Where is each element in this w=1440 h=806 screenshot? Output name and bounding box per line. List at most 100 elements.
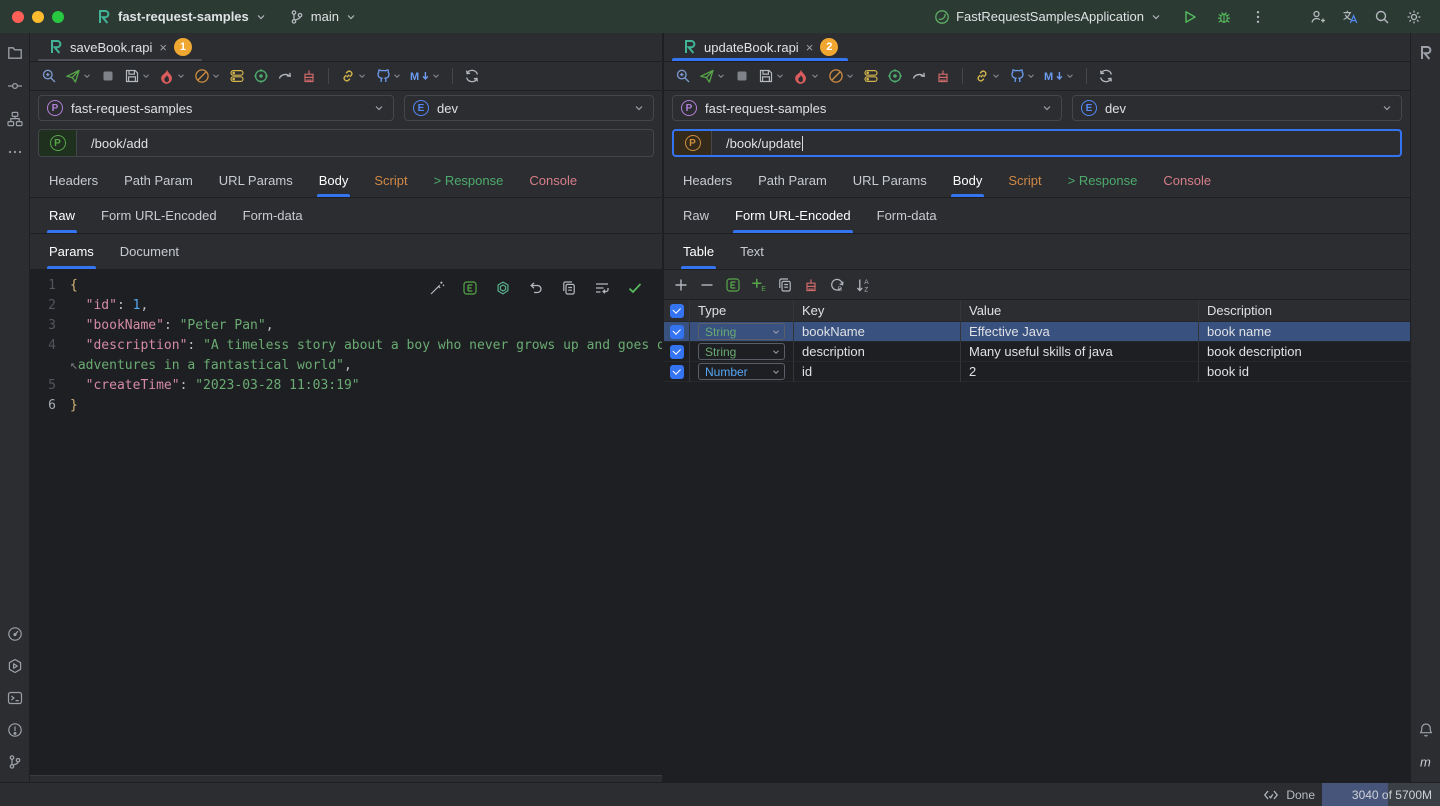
copy-button[interactable] xyxy=(774,275,796,295)
request-tab-body[interactable]: Body xyxy=(306,163,362,197)
run-button[interactable] xyxy=(1176,4,1204,30)
run-configuration-widget[interactable]: FastRequestSamplesApplication xyxy=(926,6,1170,28)
minimize-window-button[interactable] xyxy=(32,11,44,23)
request-tab-script[interactable]: Script xyxy=(361,163,420,197)
key-cell[interactable]: bookName xyxy=(794,322,961,342)
search-zoom-button[interactable] xyxy=(38,66,60,86)
e-badge-button[interactable] xyxy=(722,275,744,295)
translate-button[interactable] xyxy=(1336,4,1364,30)
redo-curve-button[interactable] xyxy=(274,66,296,86)
key-cell[interactable]: id xyxy=(794,362,961,382)
markdown-button[interactable]: M xyxy=(1041,66,1078,86)
soft-wrap-button[interactable] xyxy=(591,278,613,298)
view-tab-table[interactable]: Table xyxy=(670,234,727,269)
settings-button[interactable] xyxy=(1400,4,1428,30)
clean-brush-button[interactable] xyxy=(932,66,954,86)
type-dropdown[interactable]: String xyxy=(698,323,785,340)
send-button[interactable] xyxy=(696,66,729,86)
url-input[interactable]: P/book/update xyxy=(672,129,1402,157)
request-tab-console[interactable]: Console xyxy=(1150,163,1224,197)
pills-button[interactable] xyxy=(860,66,882,86)
link-button[interactable] xyxy=(971,66,1004,86)
request-tab-url-params[interactable]: URL Params xyxy=(840,163,940,197)
maven-toolwindow-button[interactable]: m xyxy=(1418,754,1434,770)
notifications-button[interactable] xyxy=(1418,722,1434,738)
clean-brush-button[interactable] xyxy=(800,275,822,295)
save-button[interactable] xyxy=(755,66,788,86)
view-tab-params[interactable]: Params xyxy=(36,234,107,269)
link-button[interactable] xyxy=(337,66,370,86)
e-badge-button[interactable] xyxy=(459,278,481,298)
type-dropdown[interactable]: String xyxy=(698,343,785,360)
view-tab-text[interactable]: Text xyxy=(727,234,777,269)
request-tab-response[interactable]: > Response xyxy=(1055,163,1151,197)
maximize-window-button[interactable] xyxy=(52,11,64,23)
terminal-toolwindow-button[interactable] xyxy=(7,690,23,706)
more-toolwindows-button[interactable] xyxy=(7,144,23,160)
vcs-branch-widget[interactable]: main xyxy=(281,6,365,28)
file-tab-savebook-rapi[interactable]: saveBook.rapi×1 xyxy=(38,33,202,61)
value-cell[interactable]: 2 xyxy=(961,362,1199,382)
copy-button[interactable] xyxy=(558,278,580,298)
flame-button[interactable] xyxy=(790,66,823,86)
request-tab-path-param[interactable]: Path Param xyxy=(745,163,840,197)
clean-brush-button[interactable] xyxy=(298,66,320,86)
project-toolwindow-button[interactable] xyxy=(7,45,23,61)
row-checkbox[interactable] xyxy=(670,365,684,379)
flame-button[interactable] xyxy=(156,66,189,86)
tab-options-button[interactable] xyxy=(642,33,658,61)
table-row[interactable]: StringdescriptionMany useful skills of j… xyxy=(664,342,1410,362)
project-select[interactable]: Pfast-request-samples xyxy=(672,95,1062,121)
body-tab-form-data[interactable]: Form-data xyxy=(864,198,950,233)
undo-button[interactable] xyxy=(525,278,547,298)
project-widget[interactable]: fast-request-samples xyxy=(88,6,275,28)
search-zoom-button[interactable] xyxy=(672,66,694,86)
request-tab-headers[interactable]: Headers xyxy=(670,163,745,197)
search-everywhere-button[interactable] xyxy=(1368,4,1396,30)
request-tab-headers[interactable]: Headers xyxy=(36,163,111,197)
select-all-checkbox[interactable] xyxy=(670,304,684,318)
debug-button[interactable] xyxy=(1210,4,1238,30)
json-body-editor[interactable]: 1{2 "id": 1,3 "bookName": "Peter Pan",4 … xyxy=(30,270,662,775)
target-button[interactable] xyxy=(884,66,906,86)
endpoints-toolwindow-button[interactable] xyxy=(7,626,23,642)
markdown-button[interactable]: M xyxy=(407,66,444,86)
more-run-actions-button[interactable] xyxy=(1244,4,1272,30)
environment-select[interactable]: Edev xyxy=(404,95,654,121)
close-tab-icon[interactable]: × xyxy=(158,40,168,55)
code-with-me-button[interactable] xyxy=(1304,4,1332,30)
value-cell[interactable]: Effective Java xyxy=(961,322,1199,342)
row-checkbox[interactable] xyxy=(670,325,684,339)
check-button[interactable] xyxy=(624,278,646,298)
body-tab-form-data[interactable]: Form-data xyxy=(230,198,316,233)
redo-curve-button[interactable] xyxy=(908,66,930,86)
request-tab-path-param[interactable]: Path Param xyxy=(111,163,206,197)
add-e-button[interactable]: E xyxy=(748,275,770,295)
environment-select[interactable]: Edev xyxy=(1072,95,1402,121)
target-button[interactable] xyxy=(250,66,272,86)
send-button[interactable] xyxy=(62,66,95,86)
git-toolwindow-button[interactable] xyxy=(7,754,23,770)
close-tab-icon[interactable]: × xyxy=(805,40,815,55)
magic-wand-button[interactable] xyxy=(426,278,448,298)
stop-button[interactable] xyxy=(97,66,119,86)
no-cookie-button[interactable] xyxy=(191,66,224,86)
github-button[interactable] xyxy=(372,66,405,86)
request-tab-script[interactable]: Script xyxy=(995,163,1054,197)
memory-indicator[interactable]: 3040 of 5700M xyxy=(1322,783,1440,806)
structure-toolwindow-button[interactable] xyxy=(7,111,23,127)
stop-button[interactable] xyxy=(731,66,753,86)
minus-button[interactable] xyxy=(696,275,718,295)
description-cell[interactable]: book name xyxy=(1199,322,1410,342)
request-tab-response[interactable]: > Response xyxy=(421,163,517,197)
description-cell[interactable]: book description xyxy=(1199,342,1410,362)
file-tab-updatebook-rapi[interactable]: updateBook.rapi×2 xyxy=(672,33,848,61)
inspections-status-icon[interactable] xyxy=(1263,787,1279,803)
project-select[interactable]: Pfast-request-samples xyxy=(38,95,394,121)
body-tab-form-url-encoded[interactable]: Form URL-Encoded xyxy=(88,198,230,233)
request-tab-body[interactable]: Body xyxy=(940,163,996,197)
view-tab-document[interactable]: Document xyxy=(107,234,192,269)
commit-toolwindow-button[interactable] xyxy=(7,78,23,94)
save-button[interactable] xyxy=(121,66,154,86)
problems-toolwindow-button[interactable] xyxy=(7,722,23,738)
